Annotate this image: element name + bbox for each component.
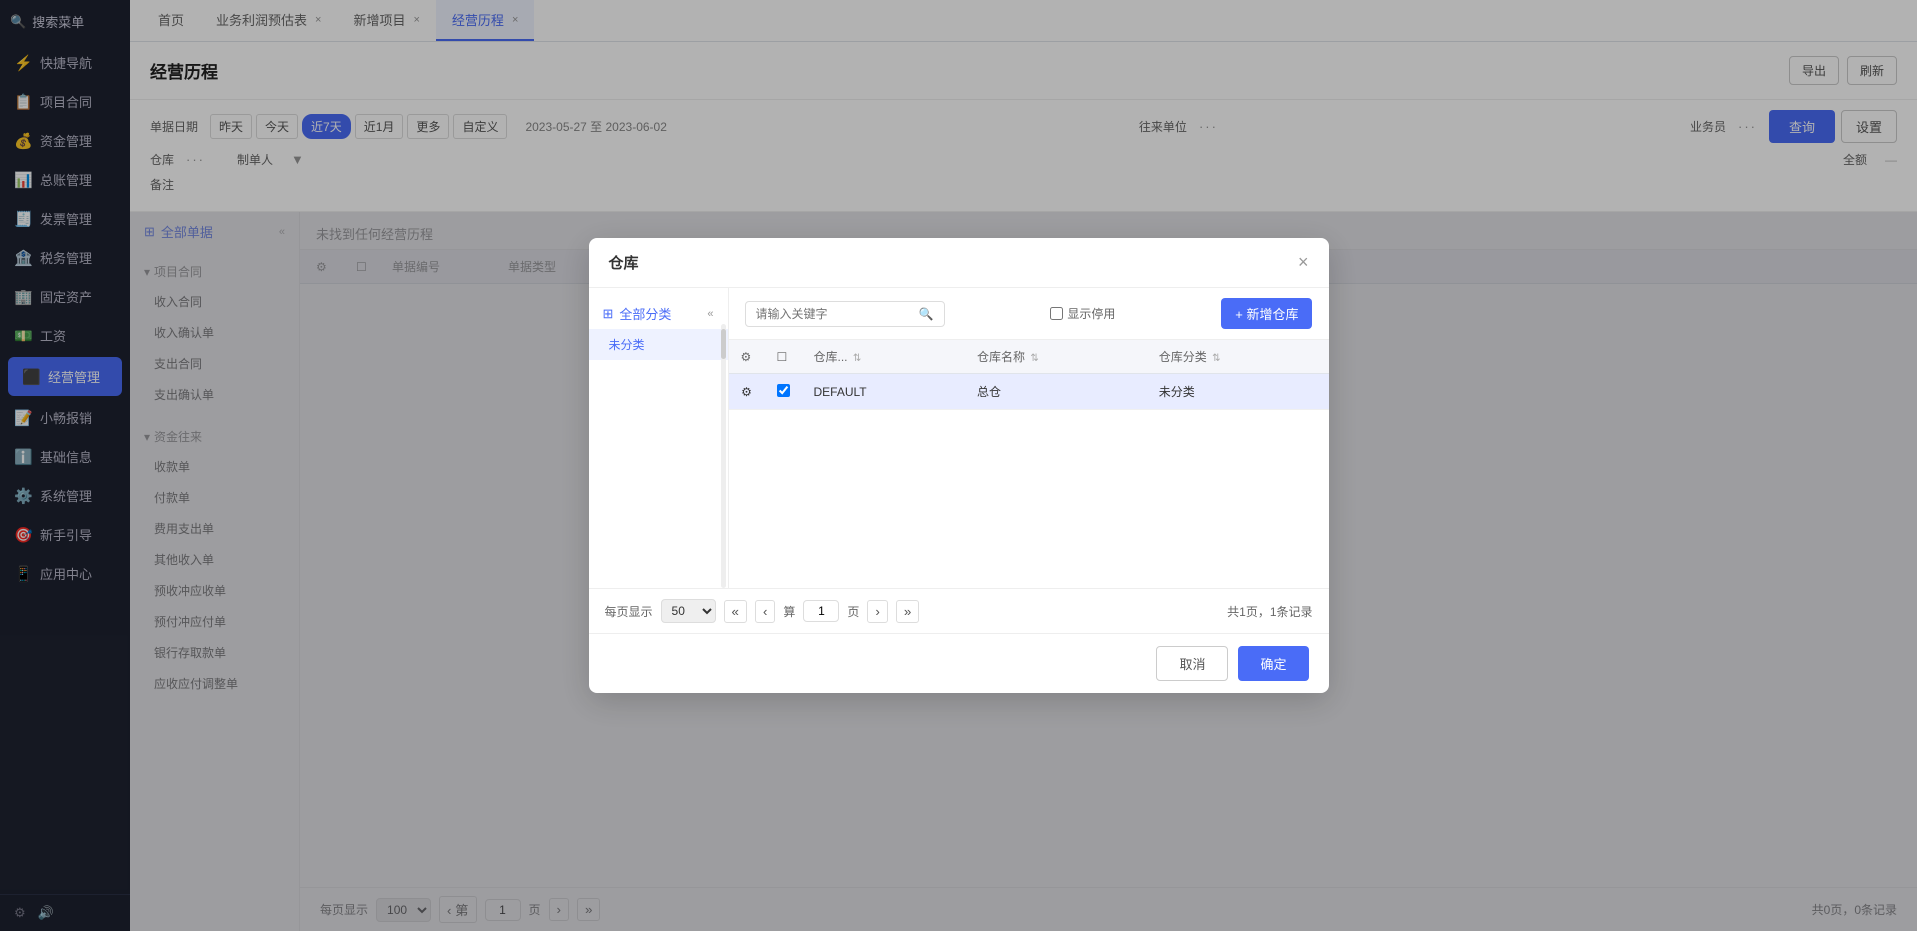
dialog-header: 仓库 × [589,238,1329,288]
dialog-footer: 取消 确定 [589,633,1329,693]
code-sort-icon: ⇅ [853,353,861,364]
search-input[interactable] [756,307,913,321]
row-checkbox[interactable] [765,374,802,410]
dialog-pagination-bar: 每页显示 50 100 200 « ‹ 算 页 › » 共1页，1条记录 [589,588,1329,633]
table-body: ⚙ DEFAULT 总仓 未分类 [729,374,1329,410]
category-scroll-thumb [721,329,726,359]
next-page-btn[interactable]: › [867,600,887,623]
calc-label: 算 [783,603,795,620]
dialog-body: ⊞ 全部分类 « 未分类 🔍 [589,288,1329,588]
cancel-button[interactable]: 取消 [1156,646,1228,681]
per-page-label: 每页显示 [605,603,653,620]
per-page-select[interactable]: 50 100 200 [661,599,716,623]
show-disabled-checkbox[interactable] [1050,307,1063,320]
th-category[interactable]: 仓库分类 ⇅ [1147,340,1329,374]
th-code[interactable]: 仓库... ⇅ [802,340,965,374]
search-box[interactable]: 🔍 [745,301,945,327]
prev-page-btn[interactable]: ‹ [755,600,775,623]
warehouse-table: ⚙ ☐ 仓库... ⇅ 仓库名称 ⇅ [729,340,1329,410]
confirm-button[interactable]: 确定 [1238,646,1308,681]
category-scrollbar[interactable] [721,324,726,588]
th-checkbox[interactable]: ☐ [765,340,802,374]
first-page-btn[interactable]: « [724,600,747,623]
row-category: 未分类 [1147,374,1329,410]
th-gear[interactable]: ⚙ [729,340,765,374]
page-unit-label: 页 [847,603,859,620]
warehouse-table-container: ⚙ ☐ 仓库... ⇅ 仓库名称 ⇅ [729,340,1329,588]
name-sort-icon: ⇅ [1030,353,1038,364]
cat-sort-icon: ⇅ [1212,353,1220,364]
show-disabled-label[interactable]: 显示停用 [1050,305,1115,322]
table-head-row: ⚙ ☐ 仓库... ⇅ 仓库名称 ⇅ [729,340,1329,374]
row-name: 总仓 [965,374,1147,410]
row-code: DEFAULT [802,374,965,410]
table-toolbar: 🔍 显示停用 + 新增仓库 [729,288,1329,340]
grid-icon2: ⊞ [603,306,614,322]
category-unclassified[interactable]: 未分类 [589,329,728,360]
table-panel: 🔍 显示停用 + 新增仓库 ⚙ ☐ [729,288,1329,588]
dialog-overlay: 仓库 × ⊞ 全部分类 « 未分类 [0,0,1917,931]
category-all-label: 全部分类 [619,304,671,323]
dialog-close-button[interactable]: × [1298,252,1309,273]
table-row[interactable]: ⚙ DEFAULT 总仓 未分类 [729,374,1329,410]
dialog-title: 仓库 [609,252,639,273]
collapse-category-icon[interactable]: « [707,308,713,320]
page-input[interactable] [803,600,839,622]
row-select-checkbox[interactable] [777,384,790,397]
warehouse-dialog: 仓库 × ⊞ 全部分类 « 未分类 [589,238,1329,693]
last-page-btn[interactable]: » [896,600,919,623]
th-name[interactable]: 仓库名称 ⇅ [965,340,1147,374]
total-record-text: 共1页，1条记录 [1227,603,1312,620]
table-head: ⚙ ☐ 仓库... ⇅ 仓库名称 ⇅ [729,340,1329,374]
category-all-header[interactable]: ⊞ 全部分类 « [589,298,728,329]
row-gear[interactable]: ⚙ [729,374,765,410]
category-panel: ⊞ 全部分类 « 未分类 [589,288,729,588]
add-warehouse-button[interactable]: + 新增仓库 [1221,298,1312,329]
search-icon2: 🔍 [919,307,934,321]
